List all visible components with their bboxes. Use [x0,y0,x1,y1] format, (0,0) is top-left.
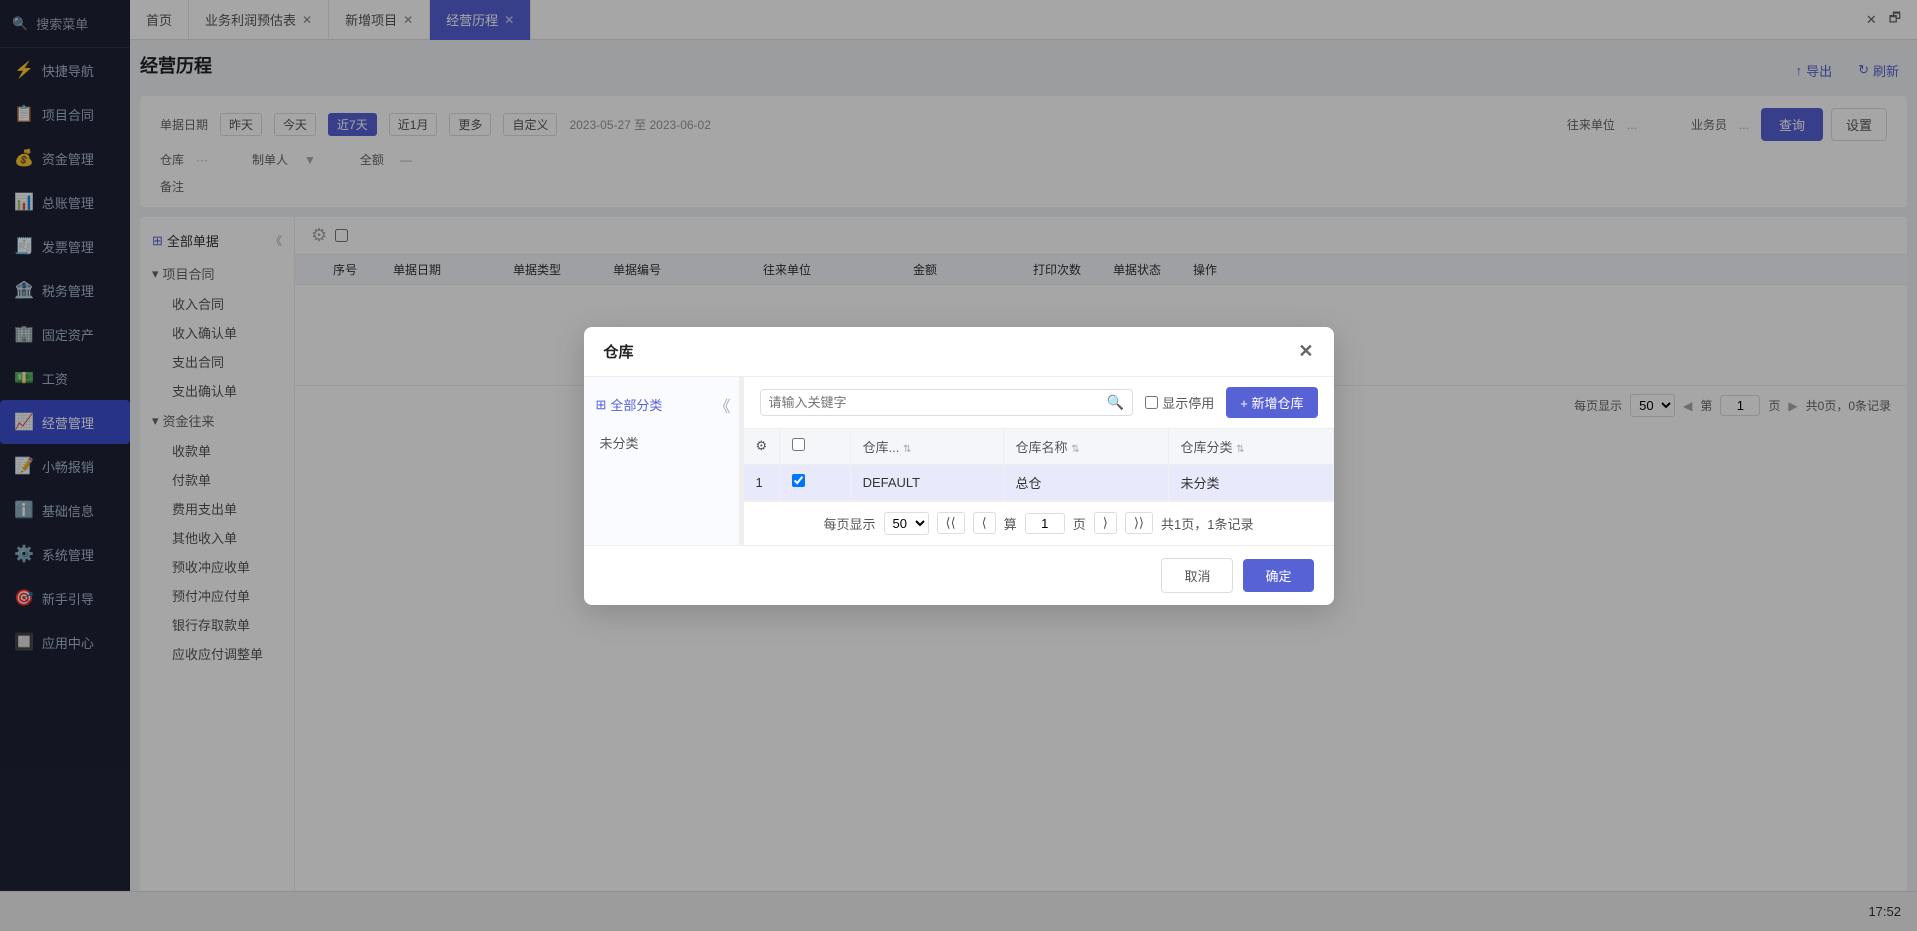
show-disabled-label[interactable]: 显示停用 [1145,393,1214,412]
row-category: 未分类 [1168,464,1333,500]
all-category-label: 全部分类 [610,395,662,414]
table-row[interactable]: 1 DEFAULT 总仓 未分类 [744,464,1334,500]
show-disabled-text: 显示停用 [1162,393,1214,412]
sort-icon: ⇅ [1236,444,1244,455]
table-body: 1 DEFAULT 总仓 未分类 [744,464,1334,500]
modal-pagination: 每页显示 50 ⟨⟨ ⟨ 算 页 ⟩ ⟩⟩ 共1页，1条记录 [744,501,1334,545]
left-panel-scrollbar [739,377,743,545]
search-icon: 🔍 [1107,394,1124,411]
modal-table: ⚙ 仓库... ⇅ 仓库名称 [744,429,1334,501]
search-box: 🔍 [760,389,1134,416]
th-select [780,429,850,465]
add-warehouse-button[interactable]: + 新增仓库 [1226,387,1317,418]
modal-right-panel: 🔍 显示停用 + 新增仓库 ⚙ [744,377,1334,545]
table-head-row: ⚙ 仓库... ⇅ 仓库名称 [744,429,1334,465]
page-word: 算 [1004,514,1017,533]
next-page-btn[interactable]: ⟩ [1094,512,1117,534]
category-grid-icon: ⊞ [596,397,607,413]
th-category: 仓库分类 ⇅ [1168,429,1333,465]
left-panel-header: ⊞ 全部分类 《 [584,389,743,425]
warehouse-table: ⚙ 仓库... ⇅ 仓库名称 [744,429,1334,501]
row-code: DEFAULT [850,464,1003,500]
modal-close-button[interactable]: ✕ [1298,341,1313,362]
modal-per-page-select[interactable]: 50 [884,512,929,535]
modal-left-panel: ⊞ 全部分类 《 未分类 [584,377,744,545]
select-all-checkbox[interactable] [792,438,805,451]
left-panel-item-uncategorized[interactable]: 未分类 [584,425,743,460]
modal-header: 仓库 ✕ [584,327,1334,377]
row-select-checkbox[interactable] [792,474,805,487]
left-panel-collapse-btn[interactable]: 《 [714,393,730,417]
th-code: 仓库... ⇅ [850,429,1003,465]
row-name: 总仓 [1003,464,1168,500]
sort-icon: ⇅ [1071,444,1079,455]
modal-title: 仓库 [604,341,634,362]
modal-page-input[interactable] [1025,513,1065,534]
total-text: 共1页，1条记录 [1161,514,1253,533]
warehouse-modal: 仓库 ✕ ⊞ 全部分类 《 未分类 [584,327,1334,605]
table-head: ⚙ 仓库... ⇅ 仓库名称 [744,429,1334,465]
prev-page-btn[interactable]: ⟨ [973,512,996,534]
page-word-page: 页 [1073,514,1086,533]
row-checkbox[interactable] [780,464,850,500]
all-category-btn[interactable]: ⊞ 全部分类 [596,395,663,414]
gear-icon: ⚙ [756,438,768,453]
last-page-btn[interactable]: ⟩⟩ [1125,512,1153,534]
th-gear: ⚙ [744,429,780,465]
per-page-label: 每页显示 [824,514,876,533]
show-disabled-checkbox[interactable] [1145,396,1158,409]
modal-actions: 取消 确定 [584,545,1334,605]
search-input[interactable] [769,395,1103,410]
row-no: 1 [744,464,780,500]
th-name: 仓库名称 ⇅ [1003,429,1168,465]
first-page-btn[interactable]: ⟨⟨ [937,512,965,534]
modal-body: ⊞ 全部分类 《 未分类 🔍 [584,377,1334,545]
sort-icon: ⇅ [903,444,911,455]
cancel-button[interactable]: 取消 [1161,558,1233,593]
modal-overlay: 仓库 ✕ ⊞ 全部分类 《 未分类 [0,0,1917,931]
confirm-button[interactable]: 确定 [1243,559,1313,592]
modal-toolbar: 🔍 显示停用 + 新增仓库 [744,377,1334,429]
